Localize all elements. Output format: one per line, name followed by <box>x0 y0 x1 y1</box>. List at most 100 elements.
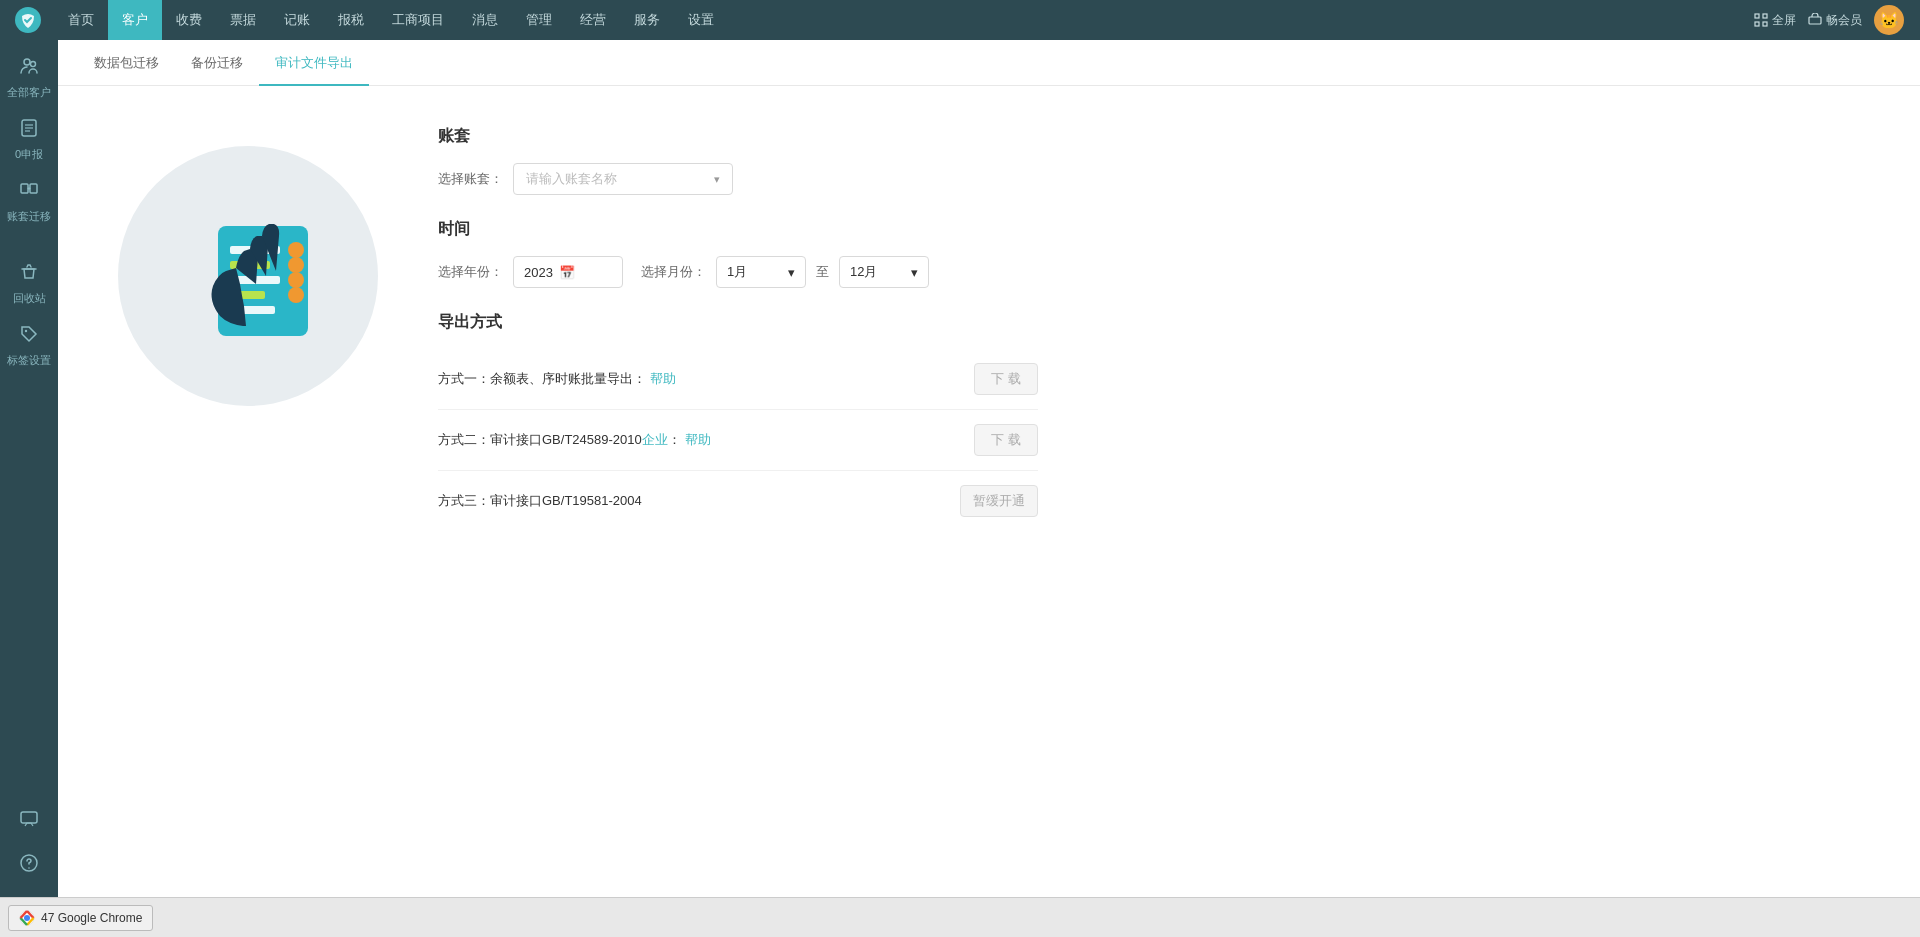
nav-services[interactable]: 服务 <box>620 0 674 40</box>
svg-point-7 <box>31 62 36 67</box>
user-avatar[interactable]: 🐱 <box>1874 5 1904 35</box>
sub-tabs-bar: 数据包迁移 备份迁移 审计文件导出 <box>58 40 1920 86</box>
svg-point-29 <box>24 915 30 921</box>
zero-declaration-icon <box>19 118 39 143</box>
sidebar-item-tag-settings[interactable]: 标签设置 <box>1 316 57 376</box>
calendar-icon: 📅 <box>559 265 575 280</box>
svg-rect-2 <box>1763 14 1767 18</box>
recycle-icon <box>19 262 39 287</box>
app-logo <box>10 2 46 38</box>
nav-settings[interactable]: 设置 <box>674 0 728 40</box>
account-select-dropdown[interactable]: 请输入账套名称 ▾ <box>513 163 733 195</box>
sidebar-item-account-migration-label: 账套迁移 <box>7 209 51 224</box>
sidebar-item-account-migration[interactable]: 账套迁移 <box>1 172 57 232</box>
end-month-chevron-icon: ▾ <box>911 265 918 280</box>
svg-point-6 <box>24 59 30 65</box>
nav-menu: 首页 客户 收费 票据 记账 报税 工商项目 消息 管理 经营 服务 设置 <box>54 0 1754 40</box>
svg-rect-3 <box>1755 22 1759 26</box>
nav-invoice[interactable]: 票据 <box>216 0 270 40</box>
left-sidebar: 全部客户 0申报 账套迁移 <box>0 40 58 897</box>
time-section-title: 时间 <box>438 219 1038 240</box>
method-2-company: 企业 <box>642 432 668 447</box>
account-section-title: 账套 <box>438 126 1038 147</box>
sidebar-footer <box>1 801 57 897</box>
method-3-open-button[interactable]: 暂缓开通 <box>960 485 1038 517</box>
account-select-placeholder: 请输入账套名称 <box>526 170 617 188</box>
account-select-row: 选择账套： 请输入账套名称 ▾ <box>438 163 1038 195</box>
illustration-section <box>118 126 378 857</box>
form-section: 账套 选择账套： 请输入账套名称 ▾ 时间 选择年份： 2023 📅 <box>438 126 1038 857</box>
nav-clients[interactable]: 客户 <box>108 0 162 40</box>
svg-rect-12 <box>21 184 28 193</box>
month-select-label: 选择月份： <box>641 263 706 281</box>
month-chevron-icon: ▾ <box>788 265 795 280</box>
illustration-circle <box>118 146 378 406</box>
sidebar-item-zero-declaration[interactable]: 0申报 <box>1 110 57 170</box>
svg-rect-1 <box>1755 14 1759 18</box>
start-month-value: 1月 <box>727 263 747 281</box>
chevron-down-icon: ▾ <box>714 173 720 186</box>
migration-icon <box>19 180 39 205</box>
svg-point-24 <box>288 242 304 258</box>
nav-operations[interactable]: 经营 <box>566 0 620 40</box>
sidebar-help[interactable] <box>1 845 57 881</box>
svg-rect-15 <box>21 812 37 823</box>
export-method-2: 方式二：审计接口GB/T24589-2010企业：帮助 下 载 <box>438 410 1038 471</box>
method-2-download-button[interactable]: 下 载 <box>974 424 1038 456</box>
method-1-download-button[interactable]: 下 载 <box>974 363 1038 395</box>
chrome-icon <box>19 910 35 926</box>
main-content: 账套 选择账套： 请输入账套名称 ▾ 时间 选择年份： 2023 📅 <box>58 86 1920 897</box>
tab-backup-migration[interactable]: 备份迁移 <box>175 42 259 86</box>
taskbar-chrome-item[interactable]: 47 Google Chrome <box>8 905 153 931</box>
sidebar-item-all-clients[interactable]: 全部客户 <box>1 48 57 108</box>
year-select-label: 选择年份： <box>438 263 503 281</box>
sidebar-item-zero-declaration-label: 0申报 <box>15 147 43 162</box>
sidebar-chat[interactable] <box>1 801 57 837</box>
end-month-value: 12月 <box>850 263 877 281</box>
export-method-3: 方式三：审计接口GB/T19581-2004 暂缓开通 <box>438 471 1038 531</box>
method-1-help-link[interactable]: 帮助 <box>650 371 676 386</box>
top-navigation: 首页 客户 收费 票据 记账 报税 工商项目 消息 管理 经营 服务 设置 全屏 <box>0 0 1920 40</box>
account-select-label: 选择账套： <box>438 170 503 188</box>
year-input[interactable]: 2023 📅 <box>513 256 623 288</box>
sidebar-item-recycle[interactable]: 回收站 <box>1 254 57 314</box>
svg-point-25 <box>288 257 304 273</box>
member-button[interactable]: 畅会员 <box>1808 12 1862 29</box>
method-2-label: 方式二：审计接口GB/T24589-2010企业：帮助 <box>438 431 711 449</box>
svg-point-27 <box>288 287 304 303</box>
method-2-help-link[interactable]: 帮助 <box>685 432 711 447</box>
content-area: 数据包迁移 备份迁移 审计文件导出 <box>58 40 1920 897</box>
nav-management[interactable]: 管理 <box>512 0 566 40</box>
svg-point-14 <box>25 330 27 332</box>
svg-rect-5 <box>1809 17 1821 24</box>
taskbar-chrome-label: 47 Google Chrome <box>41 911 142 925</box>
taskbar: 47 Google Chrome <box>0 897 1920 937</box>
svg-point-17 <box>28 867 30 869</box>
export-method-1: 方式一：余额表、序时账批量导出：帮助 下 载 <box>438 349 1038 410</box>
sidebar-item-recycle-label: 回收站 <box>13 291 46 306</box>
export-section-title: 导出方式 <box>438 312 1038 333</box>
sidebar-item-all-clients-label: 全部客户 <box>7 85 51 100</box>
nav-tax[interactable]: 报税 <box>324 0 378 40</box>
svg-rect-4 <box>1763 22 1767 26</box>
tab-data-migration[interactable]: 数据包迁移 <box>78 42 175 86</box>
method-3-label: 方式三：审计接口GB/T19581-2004 <box>438 492 642 510</box>
start-month-select[interactable]: 1月 ▾ <box>716 256 806 288</box>
clients-icon <box>19 56 39 81</box>
year-value: 2023 <box>524 265 553 280</box>
svg-rect-13 <box>30 184 37 193</box>
tag-icon <box>19 324 39 349</box>
nav-accounting[interactable]: 记账 <box>270 0 324 40</box>
nav-home[interactable]: 首页 <box>54 0 108 40</box>
fullscreen-button[interactable]: 全屏 <box>1754 12 1796 29</box>
svg-point-26 <box>288 272 304 288</box>
tab-audit-export[interactable]: 审计文件导出 <box>259 42 369 86</box>
time-separator: 至 <box>816 263 829 281</box>
nav-business[interactable]: 工商项目 <box>378 0 458 40</box>
sidebar-item-tag-settings-label: 标签设置 <box>7 353 51 368</box>
method-1-label: 方式一：余额表、序时账批量导出：帮助 <box>438 370 676 388</box>
nav-messages[interactable]: 消息 <box>458 0 512 40</box>
nav-billing[interactable]: 收费 <box>162 0 216 40</box>
nav-right-actions: 全屏 畅会员 🐱 <box>1754 5 1920 35</box>
end-month-select[interactable]: 12月 ▾ <box>839 256 929 288</box>
